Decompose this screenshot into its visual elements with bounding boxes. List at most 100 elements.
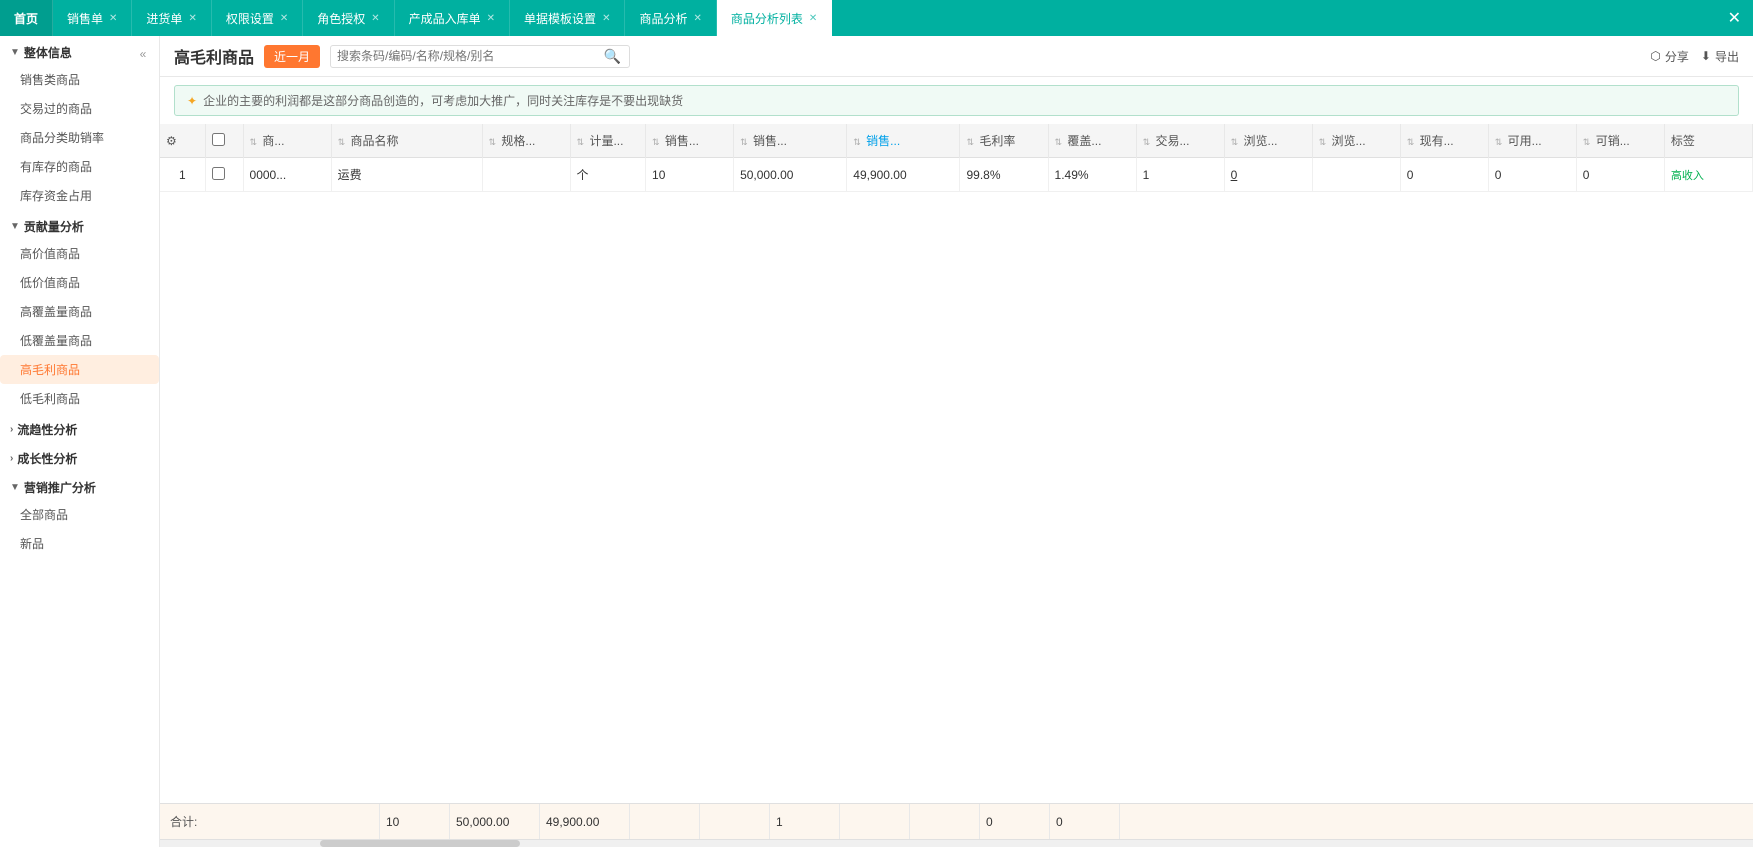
- sidebar-item-sales-products[interactable]: 销售类商品: [0, 65, 159, 94]
- sidebar-item-high-coverage[interactable]: 高覆盖量商品: [0, 297, 159, 326]
- sidebar-item-new-products[interactable]: 新品: [0, 529, 159, 558]
- nav-finished-goods[interactable]: 产成品入库单 ✕: [395, 0, 510, 36]
- close-purchase-order-tab[interactable]: ✕: [188, 13, 196, 24]
- footer-sales-profit: 49,900.00: [540, 804, 630, 839]
- col-tag[interactable]: 标签: [1664, 124, 1752, 158]
- header-actions: ⬡ 分享 ⬇ 导出: [1650, 48, 1739, 65]
- export-button[interactable]: ⬇ 导出: [1701, 48, 1739, 65]
- close-template-tab[interactable]: ✕: [602, 13, 610, 24]
- sort-icon-views1: ⇅: [1231, 137, 1239, 147]
- nav-role-auth[interactable]: 角色授权 ✕: [303, 0, 394, 36]
- col-settings[interactable]: ⚙: [160, 124, 205, 158]
- select-all-checkbox[interactable]: [212, 133, 225, 146]
- col-spec[interactable]: ⇅ 规格...: [482, 124, 570, 158]
- sidebar-item-traded-products[interactable]: 交易过的商品: [0, 94, 159, 123]
- horizontal-scrollbar[interactable]: [160, 839, 1753, 847]
- col-gross-margin[interactable]: ⇅ 毛利率: [960, 124, 1048, 158]
- sidebar-group-marketing-arrow: ▼: [10, 482, 20, 493]
- footer-views2: [910, 804, 980, 839]
- sidebar-item-stock-capital[interactable]: 库存资金占用: [0, 181, 159, 210]
- col-sales-amount[interactable]: ⇅ 销售...: [734, 124, 847, 158]
- cell-views1[interactable]: 0: [1224, 158, 1312, 192]
- sidebar-collapse-button[interactable]: «: [133, 44, 153, 64]
- sidebar-group-growth-arrow: ›: [10, 453, 13, 464]
- sidebar-item-low-coverage[interactable]: 低覆盖量商品: [0, 326, 159, 355]
- cell-num: 1: [160, 158, 205, 192]
- sidebar-item-category-sales-rate[interactable]: 商品分类助销率: [0, 123, 159, 152]
- col-transactions[interactable]: ⇅ 交易...: [1136, 124, 1224, 158]
- nav-template-settings[interactable]: 单据模板设置 ✕: [510, 0, 625, 36]
- sort-icon-trans: ⇅: [1143, 137, 1151, 147]
- search-button[interactable]: 🔍: [602, 48, 623, 65]
- sidebar-item-low-margin[interactable]: 低毛利商品: [0, 384, 159, 413]
- close-role-auth-tab[interactable]: ✕: [371, 13, 379, 24]
- cell-spec: [482, 158, 570, 192]
- search-box: 🔍: [330, 45, 630, 68]
- sidebar-group-marketing[interactable]: ▼ 营销推广分析: [0, 471, 159, 500]
- sidebar-group-trend[interactable]: › 流趋性分析: [0, 413, 159, 442]
- sidebar-group-trend-arrow: ›: [10, 424, 13, 435]
- footer-sales-qty: 10: [380, 804, 450, 839]
- content-area: 高毛利商品 近一月 🔍 ⬡ 分享 ⬇ 导出: [160, 36, 1753, 847]
- sidebar-group-growth[interactable]: › 成长性分析: [0, 442, 159, 471]
- nav-permission-settings[interactable]: 权限设置 ✕: [212, 0, 303, 36]
- col-sales-qty[interactable]: ⇅ 销售...: [646, 124, 734, 158]
- sort-icon-sales-qty: ⇅: [652, 137, 660, 147]
- col-stock-saleable[interactable]: ⇅ 可销...: [1576, 124, 1664, 158]
- col-sales-profit[interactable]: ⇅ 销售...: [847, 124, 960, 158]
- sidebar-item-low-value[interactable]: 低价值商品: [0, 268, 159, 297]
- nav-home[interactable]: 首页: [0, 0, 53, 36]
- footer-label: 合计:: [160, 804, 380, 839]
- sort-icon-stock-sale: ⇅: [1583, 137, 1591, 147]
- sort-icon-sales-amount: ⇅: [740, 137, 748, 147]
- nav-sales-order[interactable]: 销售单 ✕: [53, 0, 132, 36]
- footer-coverage: [700, 804, 770, 839]
- sidebar-group-overall-arrow: ▼: [10, 47, 20, 58]
- col-stock-current[interactable]: ⇅ 现有...: [1400, 124, 1488, 158]
- footer-cells: 10 50,000.00 49,900.00 1: [380, 804, 1753, 839]
- footer-gross-margin: [630, 804, 700, 839]
- sidebar-item-high-value[interactable]: 高价值商品: [0, 239, 159, 268]
- sort-icon-gross: ⇅: [966, 137, 974, 147]
- cell-stock-available: 0: [1488, 158, 1576, 192]
- close-sales-order-tab[interactable]: ✕: [109, 13, 117, 24]
- sidebar-item-all-products[interactable]: 全部商品: [0, 500, 159, 529]
- col-name[interactable]: ⇅ 商品名称: [331, 124, 482, 158]
- sort-icon-coverage: ⇅: [1055, 137, 1063, 147]
- scrollbar-thumb[interactable]: [320, 840, 520, 847]
- sidebar-group-contribution[interactable]: ▼ 贡献量分析: [0, 210, 159, 239]
- row-checkbox[interactable]: [212, 167, 225, 180]
- close-analysis-list-tab[interactable]: ✕: [809, 13, 817, 24]
- col-stock-available[interactable]: ⇅ 可用...: [1488, 124, 1576, 158]
- sort-icon-stock-current: ⇅: [1407, 137, 1415, 147]
- footer-total: 合计: 10 50,000.00 49,900.00 1: [160, 803, 1753, 839]
- cell-code: 0000...: [243, 158, 331, 192]
- cell-sales-profit: 49,900.00: [847, 158, 960, 192]
- sidebar: « ▼ 整体信息 销售类商品 交易过的商品 商品分类助销率 有库存的商品 库存资…: [0, 36, 160, 847]
- data-table-container: ⚙ ⇅ 商... ⇅ 商品名称 ⇅: [160, 124, 1753, 803]
- close-analysis-tab[interactable]: ✕: [693, 13, 701, 24]
- info-banner: ✦ 企业的主要的利润都是这部分商品创造的，可考虑加大推广，同时关注库存是不要出现…: [174, 85, 1739, 116]
- cell-coverage: 1.49%: [1048, 158, 1136, 192]
- nav-product-analysis[interactable]: 商品分析 ✕: [625, 0, 716, 36]
- cell-sales-amount: 50,000.00: [734, 158, 847, 192]
- col-coverage[interactable]: ⇅ 覆盖...: [1048, 124, 1136, 158]
- col-code[interactable]: ⇅ 商...: [243, 124, 331, 158]
- sort-icon-views2: ⇅: [1319, 137, 1327, 147]
- nav-purchase-order[interactable]: 进货单 ✕: [132, 0, 211, 36]
- sidebar-item-in-stock-products[interactable]: 有库存的商品: [0, 152, 159, 181]
- time-filter-button[interactable]: 近一月: [264, 45, 320, 68]
- sidebar-item-high-margin[interactable]: 高毛利商品: [0, 355, 159, 384]
- col-unit[interactable]: ⇅ 计量...: [570, 124, 645, 158]
- search-input[interactable]: [337, 49, 602, 63]
- close-permission-tab[interactable]: ✕: [280, 13, 288, 24]
- col-views1[interactable]: ⇅ 浏览...: [1224, 124, 1312, 158]
- col-views2[interactable]: ⇅ 浏览...: [1312, 124, 1400, 158]
- nav-analysis-list[interactable]: 商品分析列表 ✕: [717, 0, 832, 36]
- table-row: 1 0000... 运费: [160, 158, 1753, 192]
- export-icon: ⬇: [1701, 49, 1711, 63]
- window-close-button[interactable]: ✕: [1716, 0, 1753, 36]
- share-button[interactable]: ⬡ 分享: [1650, 48, 1689, 65]
- cell-sales-qty: 10: [646, 158, 734, 192]
- close-finished-goods-tab[interactable]: ✕: [487, 13, 495, 24]
